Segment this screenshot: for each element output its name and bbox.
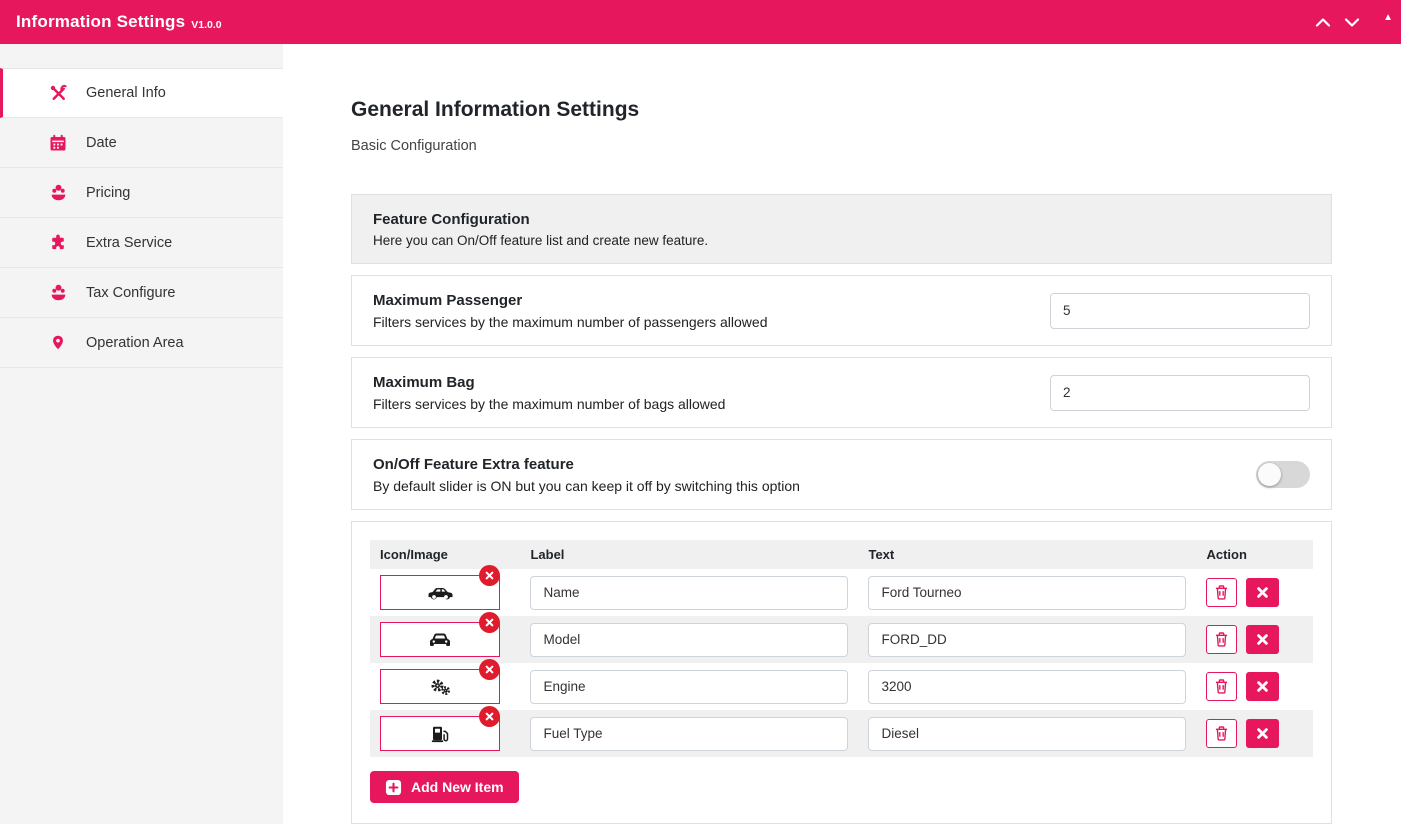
plus-square-icon (385, 779, 402, 796)
triangle-up-icon[interactable]: ▲ (1383, 13, 1393, 23)
cross-icon (1257, 634, 1268, 645)
remove-icon-badge[interactable] (479, 659, 500, 680)
cross-icon (1257, 681, 1268, 692)
sidebar-item-label: Tax Configure (86, 284, 176, 301)
toggle-knob (1258, 463, 1281, 486)
label-input[interactable] (530, 575, 849, 610)
sidebar: General Info Date Pricing Extra Service … (0, 44, 283, 824)
maximum-passenger-input[interactable] (1050, 292, 1310, 329)
sidebar-item-label: Date (86, 134, 117, 151)
icon-image-picker[interactable] (380, 565, 500, 610)
remove-row-button[interactable] (1245, 578, 1279, 607)
sidebar-item-general-info[interactable]: General Info (0, 68, 283, 118)
sidebar-item-label: Extra Service (86, 234, 173, 251)
label-input[interactable] (530, 622, 849, 657)
setting-label: On/Off Feature Extra feature (373, 455, 574, 473)
app-title: Information Settings (16, 12, 186, 31)
column-header-text: Text (858, 540, 1197, 569)
setting-maximum-bag: Maximum Bag Filters services by the maxi… (351, 357, 1332, 428)
map-pin-icon (48, 333, 68, 352)
cross-icon (1257, 728, 1268, 739)
hand-coin-icon (48, 183, 68, 202)
feature-table-section: Icon/Image Label Text Action Name Ford T… (351, 521, 1332, 824)
trash-icon (1216, 585, 1228, 600)
add-new-item-button[interactable]: Add New Item (370, 771, 519, 803)
text-input[interactable] (868, 575, 1187, 610)
setting-description: Filters services by the maximum number o… (373, 313, 768, 330)
table-row (370, 612, 1313, 663)
setting-description: By default slider is ON but you can keep… (373, 477, 800, 494)
extra-feature-toggle[interactable] (1256, 461, 1310, 488)
trash-icon (1216, 726, 1228, 741)
hand-coin-icon (48, 283, 68, 302)
delete-row-button[interactable] (1206, 625, 1238, 654)
remove-row-button[interactable] (1245, 719, 1279, 748)
icon-image-picker[interactable] (380, 659, 500, 704)
remove-icon-badge[interactable] (479, 706, 500, 727)
calendar-icon (48, 134, 68, 152)
setting-maximum-passenger: Maximum Passenger Filters services by th… (351, 275, 1332, 346)
setting-extra-feature: On/Off Feature Extra feature By default … (351, 439, 1332, 510)
delete-row-button[interactable] (1206, 719, 1238, 748)
text-input[interactable] (868, 622, 1187, 657)
main-content: General Information Settings Basic Confi… (283, 44, 1401, 824)
header-actions: ▲ (1315, 13, 1393, 27)
car-side-icon (428, 587, 453, 599)
add-button-label: Add New Item (411, 779, 504, 795)
chevron-up-icon[interactable] (1315, 17, 1331, 27)
sidebar-item-label: Operation Area (86, 334, 184, 351)
remove-row-button[interactable] (1245, 672, 1279, 701)
label-input[interactable] (530, 716, 849, 751)
sidebar-item-extra-service[interactable]: Extra Service (0, 218, 283, 268)
page-subtitle: Basic Configuration (351, 138, 477, 154)
section-description: Here you can On/Off feature list and cre… (373, 233, 709, 248)
sidebar-item-label: General Info (86, 85, 166, 101)
remove-icon-badge[interactable] (479, 565, 500, 586)
setting-text: Maximum Passenger Filters services by th… (373, 292, 768, 330)
maximum-bag-input[interactable] (1050, 374, 1310, 411)
tools-icon (48, 84, 68, 103)
remove-icon-badge[interactable] (479, 612, 500, 633)
icon-image-picker[interactable] (380, 706, 500, 751)
setting-text: On/Off Feature Extra feature By default … (373, 456, 800, 494)
chevron-down-icon[interactable] (1344, 17, 1360, 27)
cross-icon (1257, 587, 1268, 598)
setting-label: Maximum Bag (373, 373, 475, 391)
remove-row-button[interactable] (1245, 625, 1279, 654)
setting-description: Filters services by the maximum number o… (373, 395, 726, 412)
column-header-label: Label (520, 540, 859, 569)
text-input[interactable] (868, 716, 1187, 751)
delete-row-button[interactable] (1206, 578, 1238, 607)
fuel-pump-icon (431, 726, 449, 742)
app-header: Information Settings V1.0.0 ▲ (0, 0, 1401, 44)
trash-icon (1216, 679, 1228, 694)
text-input[interactable] (868, 669, 1187, 704)
sidebar-item-date[interactable]: Date (0, 118, 283, 168)
feature-configuration-header: Feature Configuration Here you can On/Of… (351, 194, 1332, 264)
table-row (370, 565, 1313, 616)
setting-label: Maximum Passenger (373, 291, 523, 309)
sidebar-item-operation-area[interactable]: Operation Area (0, 318, 283, 368)
page-title: General Information Settings (351, 98, 640, 121)
sidebar-item-pricing[interactable]: Pricing (0, 168, 283, 218)
puzzle-icon (48, 234, 68, 252)
column-header-action: Action (1196, 540, 1313, 569)
table-row (370, 706, 1313, 757)
column-header-icon-image: Icon/Image (370, 540, 521, 569)
car-front-icon (430, 633, 450, 646)
section-title: Feature Configuration (373, 211, 530, 228)
table-row (370, 659, 1313, 710)
label-input[interactable] (530, 669, 849, 704)
trash-icon (1216, 632, 1228, 647)
gears-icon (431, 679, 450, 695)
settings-card: Feature Configuration Here you can On/Of… (351, 194, 1332, 824)
feature-table: Icon/Image Label Text Action (370, 540, 1313, 757)
sidebar-item-tax-configure[interactable]: Tax Configure (0, 268, 283, 318)
delete-row-button[interactable] (1206, 672, 1238, 701)
setting-text: Maximum Bag Filters services by the maxi… (373, 374, 725, 412)
icon-image-picker[interactable] (380, 612, 500, 657)
app-version: V1.0.0 (191, 18, 222, 31)
sidebar-item-label: Pricing (86, 184, 131, 201)
table-header-row: Icon/Image Label Text Action (370, 540, 1313, 569)
